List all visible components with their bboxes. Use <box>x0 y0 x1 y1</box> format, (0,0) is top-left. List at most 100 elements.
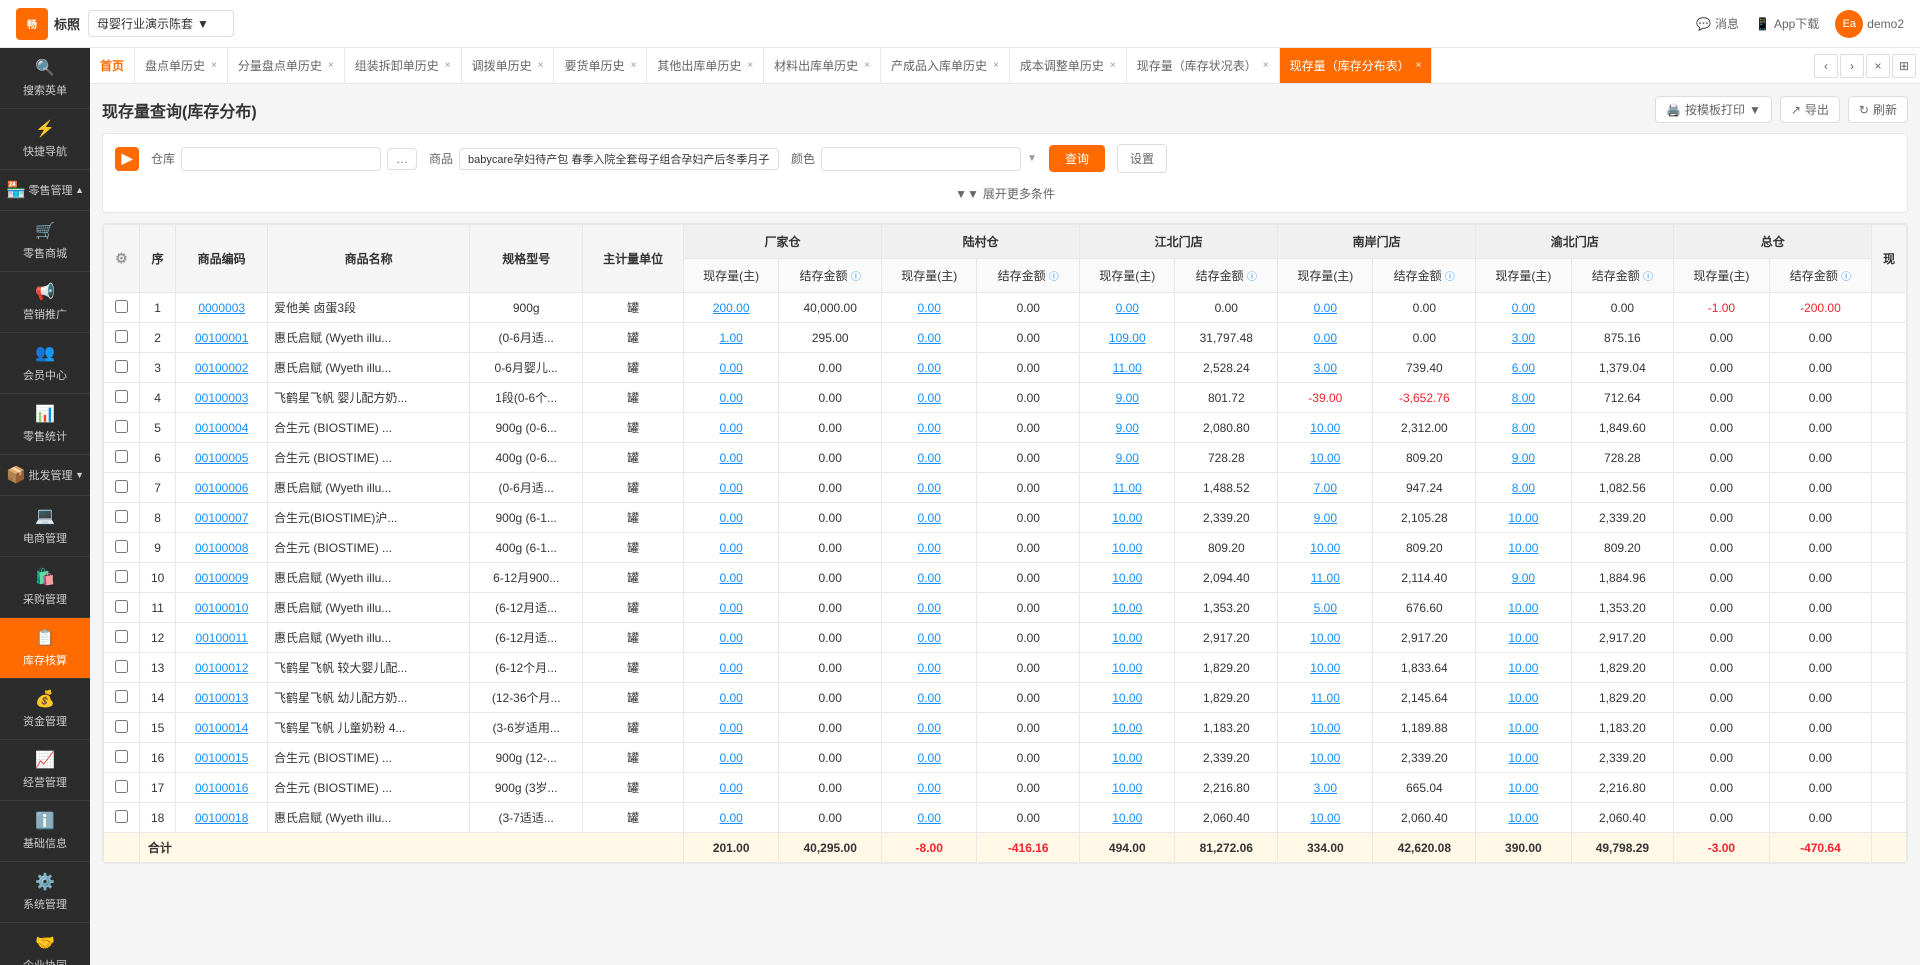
settings-icon[interactable]: ⚙ <box>115 250 128 266</box>
tab-close-icon[interactable]: × <box>1263 60 1269 71</box>
cell-no: 4 <box>139 383 175 413</box>
nav-expand-btn[interactable]: ⊞ <box>1892 54 1916 78</box>
sidebar-item-operation[interactable]: 📈 经营管理 <box>0 740 90 801</box>
industry-dropdown[interactable]: 母婴行业演示陈套 ▼ <box>88 10 234 37</box>
row-checkbox[interactable] <box>115 420 128 433</box>
nav-prev-btn[interactable]: ‹ <box>1814 54 1838 78</box>
tab-close-icon[interactable]: × <box>993 60 999 71</box>
sidebar-item-inventory[interactable]: 📋 库存核算 <box>0 618 90 679</box>
cell-t-qty: 0.00 <box>1674 383 1769 413</box>
tab-t4[interactable]: 调拨单历史 × <box>462 48 555 84</box>
warehouse-input[interactable] <box>181 147 381 171</box>
row-checkbox[interactable] <box>115 720 128 733</box>
tab-close-icon[interactable]: × <box>445 60 451 71</box>
sidebar-item-label: 会员中心 <box>23 367 67 383</box>
cell-extra <box>1872 503 1907 533</box>
nav-close-btn[interactable]: × <box>1866 54 1890 78</box>
refresh-btn[interactable]: ↻ 刷新 <box>1848 96 1908 123</box>
cell-spec: (0-6月适... <box>470 323 583 353</box>
row-checkbox[interactable] <box>115 810 128 823</box>
row-checkbox[interactable] <box>115 750 128 763</box>
tab-home[interactable]: 首页 <box>90 48 135 84</box>
row-checkbox[interactable] <box>115 330 128 343</box>
row-checkbox[interactable] <box>115 390 128 403</box>
cell-c3-amt: 728.28 <box>1175 443 1278 473</box>
sidebar-item-wholesale[interactable]: 📦 批发管理 ▼ <box>0 455 90 496</box>
sidebar-item-retail-stat[interactable]: 📊 零售统计 <box>0 394 90 455</box>
tab-t5[interactable]: 要货单历史 × <box>554 48 647 84</box>
cell-c1-qty: 0.00 <box>684 803 779 833</box>
tab-t2[interactable]: 分量盘点单历史 × <box>228 48 345 84</box>
sidebar-item-member[interactable]: 👥 会员中心 <box>0 333 90 394</box>
nav-next-btn[interactable]: › <box>1840 54 1864 78</box>
sidebar-item-search[interactable]: 🔍 搜索英单 <box>0 48 90 109</box>
product-input[interactable] <box>459 148 779 170</box>
tab-t9[interactable]: 成本调整单历史 × <box>1010 48 1127 84</box>
tab-t8[interactable]: 产成品入库单历史 × <box>881 48 1010 84</box>
export-btn[interactable]: ↗ 导出 <box>1780 96 1840 123</box>
color-input[interactable] <box>821 147 1021 171</box>
print-icon: 🖨️ <box>1666 103 1681 117</box>
tab-t7[interactable]: 材料出库单历史 × <box>764 48 881 84</box>
tab-close-icon[interactable]: × <box>864 60 870 71</box>
row-checkbox[interactable] <box>115 600 128 613</box>
print-btn[interactable]: 🖨️ 按模板打印 ▼ <box>1655 96 1772 123</box>
row-checkbox[interactable] <box>115 540 128 553</box>
filter-toggle-btn[interactable]: ▶ <box>115 147 139 171</box>
cell-c5-qty: 0.00 <box>1476 293 1571 323</box>
row-checkbox[interactable] <box>115 630 128 643</box>
row-checkbox[interactable] <box>115 570 128 583</box>
row-checkbox[interactable] <box>115 660 128 673</box>
cell-c1-qty: 0.00 <box>684 623 779 653</box>
expand-filter-btn[interactable]: ▼▼ 展开更多条件 <box>955 185 1055 202</box>
cell-no: 7 <box>139 473 175 503</box>
search-btn[interactable]: 查询 <box>1049 145 1105 172</box>
user-profile[interactable]: Ea demo2 <box>1835 10 1904 38</box>
table-row: 13 00100012 飞鹤星飞帆 较大婴儿配... (6-12个月... 罐 … <box>104 653 1907 683</box>
app-download-action[interactable]: 📱 App下载 <box>1755 15 1819 32</box>
sidebar-item-marketing[interactable]: 📢 营销推广 <box>0 272 90 333</box>
sidebar-item-collab[interactable]: 🤝 企业协同 <box>0 923 90 965</box>
tab-close-icon[interactable]: × <box>538 60 544 71</box>
cell-c3-qty: 10.00 <box>1080 503 1175 533</box>
sidebar-item-retail[interactable]: 🏪 零售管理 ▲ <box>0 170 90 211</box>
tab-t11[interactable]: 现存量（库存分布表） × <box>1280 48 1433 84</box>
row-checkbox[interactable] <box>115 360 128 373</box>
tab-t1[interactable]: 盘点单历史 × <box>135 48 228 84</box>
cell-c5-amt: 2,060.40 <box>1571 803 1674 833</box>
sidebar-item-finance[interactable]: 💰 资金管理 <box>0 679 90 740</box>
row-checkbox[interactable] <box>115 480 128 493</box>
cell-c3-qty: 9.00 <box>1080 413 1175 443</box>
setting-btn[interactable]: 设置 <box>1117 144 1167 173</box>
sidebar-item-ecommerce[interactable]: 💻 电商管理 <box>0 496 90 557</box>
message-action[interactable]: 💬 消息 <box>1696 15 1739 32</box>
row-checkbox[interactable] <box>115 690 128 703</box>
sidebar-item-purchase[interactable]: 🛍️ 采购管理 <box>0 557 90 618</box>
tab-close-icon[interactable]: × <box>630 60 636 71</box>
inventory-table: ⚙ 序 商品编码 商品名称 规格型号 主计量单位 厂家仓 陆村仓 江北门店 南岸… <box>103 224 1907 863</box>
sidebar-item-basic[interactable]: ℹ️ 基础信息 <box>0 801 90 862</box>
warehouse-ellipsis-btn[interactable]: … <box>387 148 417 170</box>
row-checkbox[interactable] <box>115 300 128 313</box>
tab-close-icon[interactable]: × <box>1416 60 1422 71</box>
tab-close-icon[interactable]: × <box>747 60 753 71</box>
cell-c4-amt: 2,105.28 <box>1373 503 1476 533</box>
tab-t10[interactable]: 现存量（库存状况表） × <box>1127 48 1280 84</box>
sidebar-item-shop[interactable]: 🛒 零售商城 <box>0 211 90 272</box>
tab-t3[interactable]: 组装拆卸单历史 × <box>345 48 462 84</box>
cell-name: 合生元 (BIOSTIME) ... <box>268 533 470 563</box>
cell-spec: 900g (6-1... <box>470 503 583 533</box>
basic-icon: ℹ️ <box>35 811 55 831</box>
tab-close-icon[interactable]: × <box>211 60 217 71</box>
table-row: 9 00100008 合生元 (BIOSTIME) ... 400g (6-1.… <box>104 533 1907 563</box>
tab-close-icon[interactable]: × <box>1110 60 1116 71</box>
sidebar-item-system[interactable]: ⚙️ 系统管理 <box>0 862 90 923</box>
cell-unit: 罐 <box>583 743 684 773</box>
sidebar-item-nav[interactable]: ⚡ 快捷导航 <box>0 109 90 170</box>
cell-check <box>104 563 140 593</box>
tab-t6[interactable]: 其他出库单历史 × <box>647 48 764 84</box>
tab-close-icon[interactable]: × <box>328 60 334 71</box>
row-checkbox[interactable] <box>115 780 128 793</box>
row-checkbox[interactable] <box>115 510 128 523</box>
row-checkbox[interactable] <box>115 450 128 463</box>
